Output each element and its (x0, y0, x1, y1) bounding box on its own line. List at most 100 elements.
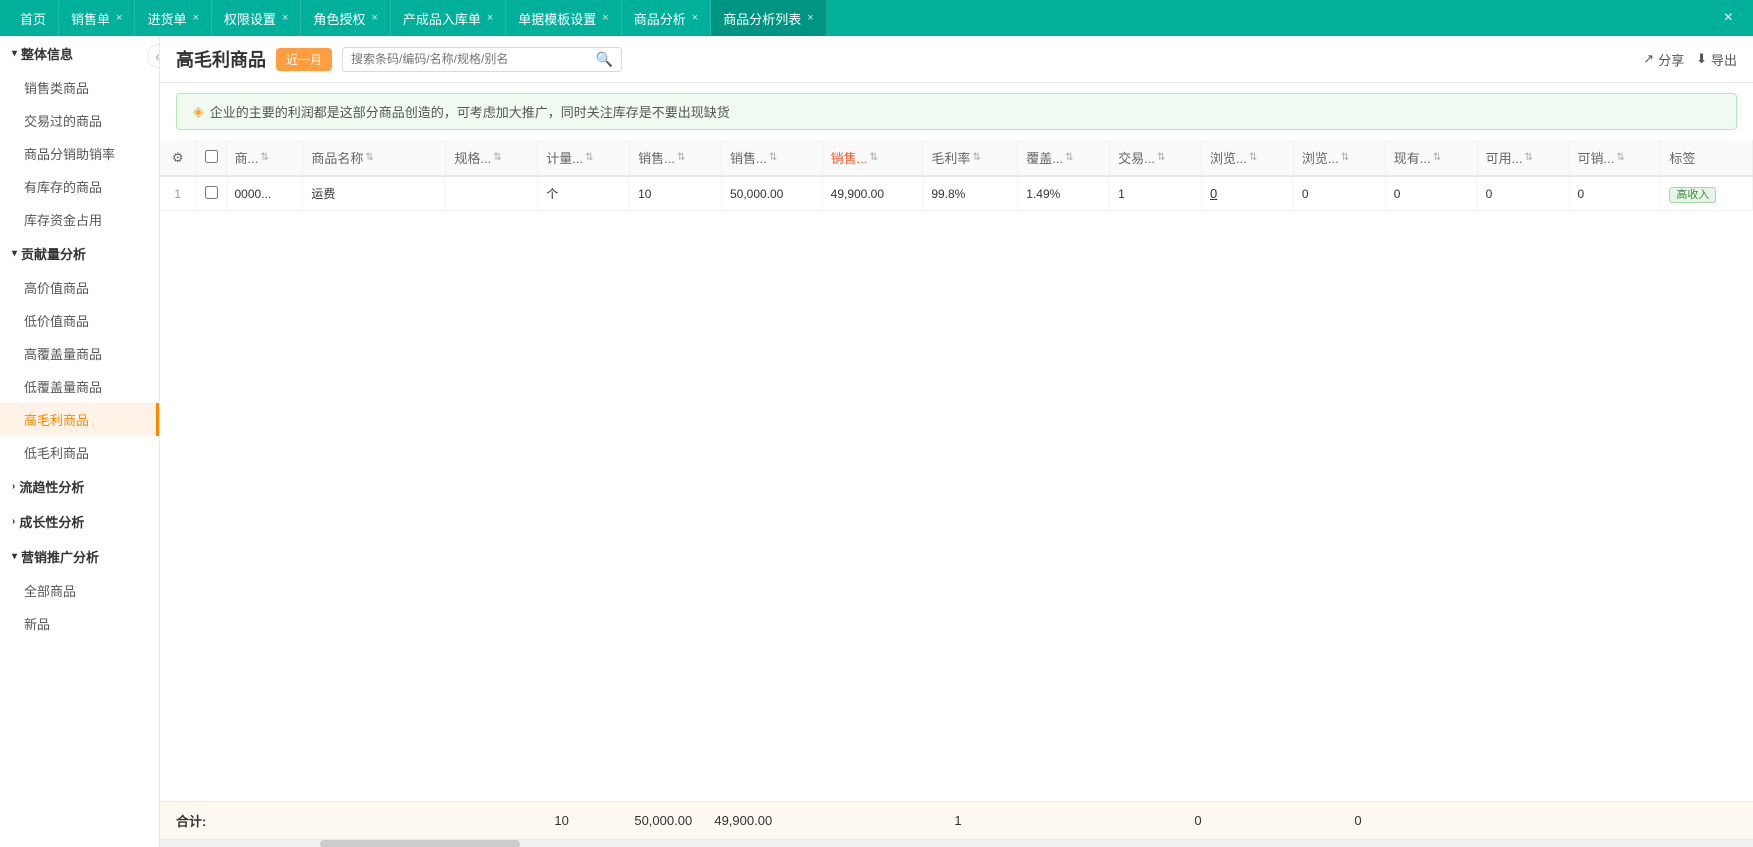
close-app-button[interactable]: × (1712, 9, 1745, 27)
nav-home[interactable]: 首页 (8, 0, 59, 36)
sidebar-group-contribution[interactable]: ▾ 贡献量分析 (0, 236, 159, 271)
tag-badge: 高收入 (1669, 187, 1716, 203)
sort-icon-current-stock[interactable]: ⇅ (1433, 152, 1441, 163)
nav-product-analysis[interactable]: 商品分析 × (622, 0, 711, 36)
sidebar-item-high-margin[interactable]: 高毛利商品 (0, 403, 159, 436)
footer-cell-browse1 (1026, 813, 1106, 828)
sort-icon-sales-cost[interactable]: ⇅ (869, 152, 877, 163)
nav-sales-order[interactable]: 销售单 × (59, 0, 135, 36)
search-input[interactable] (351, 52, 592, 66)
sidebar-item-stock-goods[interactable]: 有库存的商品 (0, 170, 159, 203)
sidebar-item-distribution-rate[interactable]: 商品分销助销率 (0, 137, 159, 170)
cell-sales-qty: 10 (630, 176, 722, 211)
sort-icon-sales-amt[interactable]: ⇅ (769, 152, 777, 163)
col-sales-cost: 销售... ⇅ (822, 140, 923, 176)
sidebar-item-low-value[interactable]: 低价值商品 (0, 304, 159, 337)
sidebar-item-stock-capital[interactable]: 库存资金占用 (0, 203, 159, 236)
sidebar-group-growth[interactable]: › 成长性分析 (0, 504, 159, 539)
sidebar-item-traded-goods[interactable]: 交易过的商品 (0, 104, 159, 137)
sort-icon-browse2[interactable]: ⇅ (1341, 152, 1349, 163)
sidebar-group-marketing[interactable]: ▾ 营销推广分析 (0, 539, 159, 574)
close-product-inbound[interactable]: × (487, 12, 493, 24)
search-icon[interactable]: 🔍 (596, 51, 613, 68)
sort-icon-browse1[interactable]: ⇅ (1249, 152, 1257, 163)
share-button[interactable]: ↗ 分享 (1643, 50, 1684, 69)
col-name: 商品名称 ⇅ (303, 140, 446, 176)
browse1-link[interactable]: 0 (1210, 186, 1217, 201)
sidebar-item-high-value[interactable]: 高价值商品 (0, 271, 159, 304)
close-product-analysis-list[interactable]: × (807, 12, 813, 24)
nav-purchase-order[interactable]: 进货单 × (135, 0, 211, 36)
sort-icon-unit[interactable]: ⇅ (585, 152, 593, 163)
cell-sellable: 0 (1569, 176, 1661, 211)
content-area: 高毛利商品 近一月 🔍 ↗ 分享 ⬇ 导出 ◈ 企业的主要的利润都是这部分商品创… (160, 36, 1753, 847)
sidebar-item-all-goods[interactable]: 全部商品 (0, 574, 159, 607)
sidebar-group-trend[interactable]: › 流趋性分析 (0, 469, 159, 504)
horizontal-scrollbar[interactable] (160, 839, 1753, 847)
footer-bar: 合计: 10 50,000.00 49,900.00 1 0 0 (160, 801, 1753, 839)
col-checkbox[interactable] (196, 140, 226, 176)
export-button[interactable]: ⬇ 导出 (1696, 50, 1737, 69)
sort-icon-gross-margin[interactable]: ⇅ (972, 152, 980, 163)
footer-cell-empty2 (306, 813, 386, 828)
sort-icon-coverage[interactable]: ⇅ (1065, 152, 1073, 163)
close-purchase-order[interactable]: × (192, 12, 198, 24)
sidebar-group-overall[interactable]: ▾ 整体信息 (0, 36, 159, 71)
sidebar-item-high-coverage[interactable]: 高覆盖量商品 (0, 337, 159, 370)
search-box: 🔍 (342, 47, 622, 72)
info-text: 企业的主要的利润都是这部分商品创造的，可考虑加大推广，同时关注库存是不要出现缺货 (210, 102, 730, 121)
nav-permission-settings[interactable]: 权限设置 × (212, 0, 301, 36)
settings-icon[interactable]: ⚙ (172, 150, 184, 165)
row-checkbox[interactable] (205, 186, 218, 199)
group-arrow-trend: › (12, 481, 15, 492)
cell-spec (446, 176, 538, 211)
col-unit: 计量... ⇅ (538, 140, 630, 176)
filter-month-button[interactable]: 近一月 (276, 48, 332, 71)
cell-browse2: 0 (1293, 176, 1385, 211)
sidebar-item-sales-goods[interactable]: 销售类商品 (0, 71, 159, 104)
col-settings[interactable]: ⚙ (160, 140, 196, 176)
sort-icon-sellable[interactable]: ⇅ (1616, 152, 1624, 163)
table-wrapper: ⚙ 商... ⇅ 商品名称 (160, 140, 1753, 801)
group-arrow-overall: ▾ (12, 48, 17, 59)
select-all-checkbox[interactable] (205, 150, 218, 163)
footer-cell-available (1266, 813, 1346, 828)
footer-cell-sales-amt: 50,000.00 (626, 813, 706, 828)
main-layout: « ▾ 整体信息 销售类商品 交易过的商品 商品分销助销率 有库存的商品 库存资… (0, 36, 1753, 847)
row-number: 1 (160, 176, 196, 211)
col-browse1: 浏览... ⇅ (1202, 140, 1294, 176)
sort-icon-code[interactable]: ⇅ (260, 152, 268, 163)
sort-icon-sales-qty[interactable]: ⇅ (677, 152, 685, 163)
close-permission-settings[interactable]: × (282, 12, 288, 24)
sidebar-item-low-margin[interactable]: 低毛利商品 (0, 436, 159, 469)
sort-icon-spec[interactable]: ⇅ (493, 152, 501, 163)
close-sales-order[interactable]: × (116, 12, 122, 24)
content-header: 高毛利商品 近一月 🔍 ↗ 分享 ⬇ 导出 (160, 36, 1753, 83)
cell-gross-margin: 99.8% (923, 176, 1018, 211)
cell-coverage: 1.49% (1018, 176, 1110, 211)
nav-template-settings[interactable]: 单据模板设置 × (506, 0, 621, 36)
share-icon: ↗ (1643, 51, 1654, 67)
row-checkbox-cell[interactable] (196, 176, 226, 211)
close-product-analysis[interactable]: × (692, 12, 698, 24)
nav-role-auth[interactable]: 角色授权 × (301, 0, 390, 36)
close-template-settings[interactable]: × (602, 12, 608, 24)
footer-cell-empty3 (386, 813, 466, 828)
cell-tag: 高收入 (1661, 176, 1753, 211)
sort-icon-transaction[interactable]: ⇅ (1157, 152, 1165, 163)
sort-icon-available[interactable]: ⇅ (1525, 152, 1533, 163)
nav-product-analysis-list[interactable]: 商品分析列表 × (711, 0, 826, 36)
nav-product-inbound[interactable]: 产成品入库单 × (391, 0, 506, 36)
sidebar-item-low-coverage[interactable]: 低覆盖量商品 (0, 370, 159, 403)
col-browse2: 浏览... ⇅ (1293, 140, 1385, 176)
cell-name: 运费 (303, 176, 446, 211)
scrollbar-thumb[interactable] (320, 840, 520, 847)
topbar: 首页 销售单 × 进货单 × 权限设置 × 角色授权 × 产成品入库单 × 单据… (0, 0, 1753, 36)
sidebar-item-new-goods[interactable]: 新品 (0, 607, 159, 640)
cell-browse1[interactable]: 0 (1202, 176, 1294, 211)
sort-icon-name[interactable]: ⇅ (365, 152, 373, 163)
col-gross-margin: 毛利率 ⇅ (923, 140, 1018, 176)
close-role-auth[interactable]: × (371, 12, 377, 24)
col-tag: 标签 (1661, 140, 1753, 176)
footer-cells: 10 50,000.00 49,900.00 1 0 0 (226, 813, 1737, 828)
